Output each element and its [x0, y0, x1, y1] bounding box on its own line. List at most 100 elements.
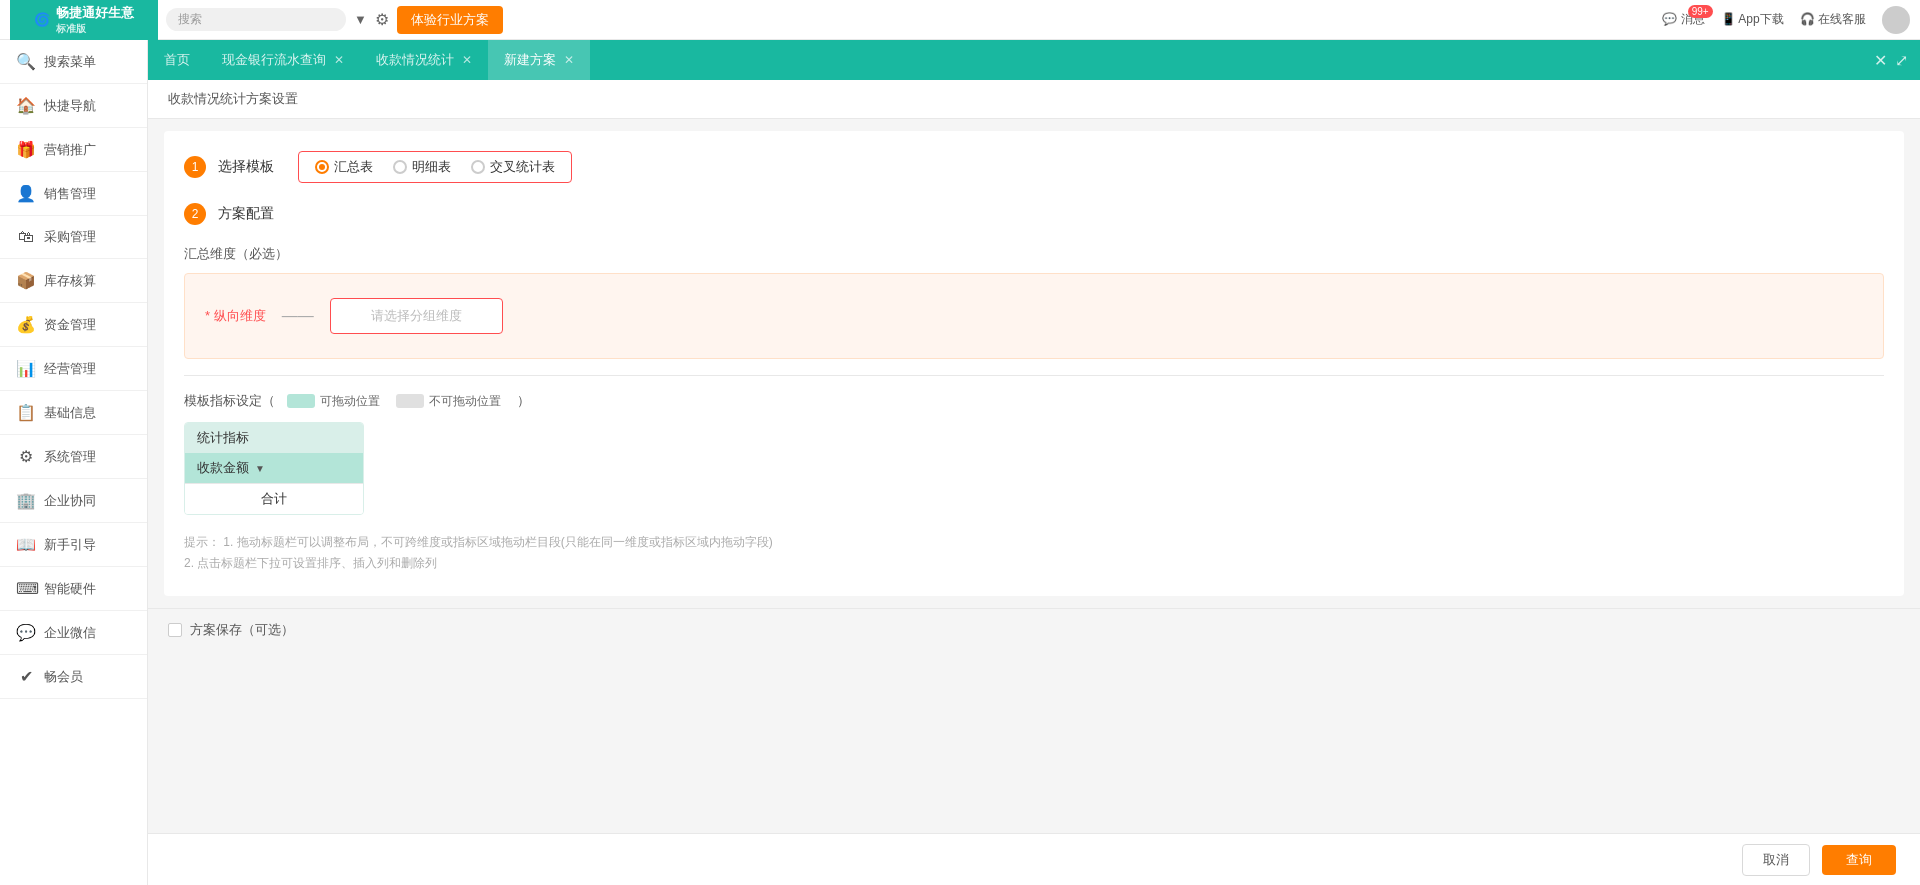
close-receipt-stats-icon[interactable]: ✕ — [462, 53, 472, 67]
radio-summary[interactable]: 汇总表 — [315, 158, 373, 176]
radio-detail[interactable]: 明细表 — [393, 158, 451, 176]
page-content: 收款情况统计方案设置 1 选择模板 汇总表 明细表 — [148, 80, 1920, 885]
sidebar-item-label: 销售管理 — [44, 185, 96, 203]
app-download[interactable]: 📱 App下载 — [1721, 11, 1784, 28]
step1-label: 选择模板 — [218, 158, 274, 176]
sidebar-item-label: 资金管理 — [44, 316, 96, 334]
cancel-button[interactable]: 取消 — [1742, 844, 1810, 876]
save-checkbox[interactable] — [168, 623, 182, 637]
message-icon: 💬 — [1662, 12, 1677, 26]
header-left: 🌀 畅捷通好生意 标准版 搜索 ▼ ⚙ 体验行业方案 — [10, 0, 503, 40]
tab-bank-flow[interactable]: 现金银行流水查询 ✕ — [206, 40, 360, 80]
tab-close-all-icon[interactable]: ✕ — [1874, 51, 1887, 70]
legend-non-draggable: 不可拖动位置 — [396, 393, 501, 410]
sidebar-item-quick-nav[interactable]: 🏠 快捷导航 — [0, 84, 147, 128]
sidebar-item-system[interactable]: ⚙ 系统管理 — [0, 435, 147, 479]
tab-home[interactable]: 首页 — [148, 40, 206, 80]
sidebar-item-basic-info[interactable]: 📋 基础信息 — [0, 391, 147, 435]
sidebar-item-enterprise[interactable]: 🏢 企业协同 — [0, 479, 147, 523]
main-area: 首页 现金银行流水查询 ✕ 收款情况统计 ✕ 新建方案 ✕ ✕ ⤢ — [148, 40, 1920, 885]
dimension-row-label: * 纵向维度 — [205, 307, 266, 325]
sidebar-item-operation[interactable]: 📊 经营管理 — [0, 347, 147, 391]
tab-expand-icon[interactable]: ⤢ — [1895, 51, 1908, 70]
dimension-config-area: * 纵向维度 —— 请选择分组维度 — [184, 273, 1884, 359]
sidebar-item-sales[interactable]: 👤 销售管理 — [0, 172, 147, 216]
box-icon: 📦 — [16, 271, 36, 290]
settings-icon[interactable]: ⚙ — [375, 10, 389, 29]
dropdown-arrow-icon[interactable]: ▼ — [354, 12, 367, 27]
guide-icon: 📖 — [16, 535, 36, 554]
dimension-section: 汇总维度（必选） * 纵向维度 —— 请选择分组维度 — [184, 245, 1884, 359]
trial-btn[interactable]: 体验行业方案 — [397, 6, 503, 34]
sidebar-item-label: 经营管理 — [44, 360, 96, 378]
tab-bank-flow-label: 现金银行流水查询 — [222, 51, 326, 69]
bottom-action-bar: 取消 查询 — [148, 833, 1920, 885]
service-label: 在线客服 — [1818, 12, 1866, 26]
bag-icon: 🛍 — [16, 228, 36, 246]
chat-icon: 💬 — [16, 623, 36, 642]
sidebar-item-purchase[interactable]: 🛍 采购管理 — [0, 216, 147, 259]
sidebar-item-inventory[interactable]: 📦 库存核算 — [0, 259, 147, 303]
tab-new-plan-label: 新建方案 — [504, 51, 556, 69]
download-label: App下载 — [1738, 12, 1783, 26]
user-avatar[interactable] — [1882, 6, 1910, 34]
search-bar[interactable]: 搜索 — [166, 8, 346, 31]
sidebar-item-member[interactable]: ✔ 畅会员 — [0, 655, 147, 699]
sidebar-item-wechat[interactable]: 💬 企业微信 — [0, 611, 147, 655]
legend-draggable: 可拖动位置 — [287, 393, 380, 410]
sidebar-item-capital[interactable]: 💰 资金管理 — [0, 303, 147, 347]
radio-detail-label: 明细表 — [412, 158, 451, 176]
tab-bar: 首页 现金银行流水查询 ✕ 收款情况统计 ✕ 新建方案 ✕ ✕ ⤢ — [148, 40, 1920, 80]
tab-new-plan[interactable]: 新建方案 ✕ — [488, 40, 590, 80]
save-section: 方案保存（可选） — [148, 608, 1920, 651]
tab-home-label: 首页 — [164, 51, 190, 69]
person-icon: 👤 — [16, 184, 36, 203]
legend-draggable-label: 可拖动位置 — [320, 393, 380, 410]
tab-receipt-stats[interactable]: 收款情况统计 ✕ — [360, 40, 488, 80]
radio-summary-label: 汇总表 — [334, 158, 373, 176]
sidebar-item-label: 系统管理 — [44, 448, 96, 466]
header-right: 💬 消息 99+ 📱 App下载 🎧 在线客服 — [1662, 6, 1910, 34]
stats-column-label: 收款金额 — [197, 459, 249, 477]
column-chevron-icon: ▼ — [255, 463, 265, 474]
system-icon: ⚙ — [16, 447, 36, 466]
close-bank-flow-icon[interactable]: ✕ — [334, 53, 344, 67]
sidebar-item-marketing[interactable]: 🎁 营销推广 — [0, 128, 147, 172]
app-layout: 🔍 搜索菜单 🏠 快捷导航 🎁 营销推广 👤 销售管理 🛍 采购管理 📦 库存核… — [0, 40, 1920, 885]
stats-header-label: 统计指标 — [197, 429, 249, 447]
indicator-header: 模板指标设定（ 可拖动位置 不可拖动位置 ） — [184, 392, 1884, 410]
stats-table: 统计指标 收款金额 ▼ 合计 — [184, 422, 364, 515]
query-button[interactable]: 查询 — [1822, 845, 1896, 875]
sidebar-item-label: 采购管理 — [44, 228, 96, 246]
stats-table-header[interactable]: 统计指标 — [185, 423, 363, 453]
top-header: 🌀 畅捷通好生意 标准版 搜索 ▼ ⚙ 体验行业方案 💬 消息 99+ 📱 Ap… — [0, 0, 1920, 40]
radio-cross[interactable]: 交叉统计表 — [471, 158, 555, 176]
info-icon: 📋 — [16, 403, 36, 422]
tip2: 2. 点击标题栏下拉可设置排序、插入列和删除列 — [184, 555, 1884, 572]
sidebar-item-search-menu[interactable]: 🔍 搜索菜单 — [0, 40, 147, 84]
indicator-legend: 可拖动位置 不可拖动位置 ） — [287, 392, 530, 410]
sidebar-item-guide[interactable]: 📖 新手引导 — [0, 523, 147, 567]
stats-column-header[interactable]: 收款金额 ▼ — [185, 453, 363, 483]
app-edition: 标准版 — [56, 22, 134, 36]
tab-bar-actions: ✕ ⤢ — [1862, 40, 1920, 80]
message-badge-container[interactable]: 💬 消息 99+ — [1662, 11, 1704, 28]
form-section: 1 选择模板 汇总表 明细表 交叉统计表 — [164, 131, 1904, 596]
close-new-plan-icon[interactable]: ✕ — [564, 53, 574, 67]
page-title: 收款情况统计方案设置 — [168, 91, 298, 106]
sidebar: 🔍 搜索菜单 🏠 快捷导航 🎁 营销推广 👤 销售管理 🛍 采购管理 📦 库存核… — [0, 40, 148, 885]
radio-cross-label: 交叉统计表 — [490, 158, 555, 176]
dimension-title: 汇总维度（必选） — [184, 245, 1884, 263]
radio-summary-dot — [315, 160, 329, 174]
sidebar-item-label: 新手引导 — [44, 536, 96, 554]
dimension-select[interactable]: 请选择分组维度 — [330, 298, 503, 334]
sidebar-item-label: 营销推广 — [44, 141, 96, 159]
stats-table-row: 合计 — [185, 483, 363, 514]
tips-section: 提示： 1. 拖动标题栏可以调整布局，不可跨维度或指标区域拖动栏目段(只能在同一… — [184, 534, 1884, 572]
app-name: 畅捷通好生意 — [56, 4, 134, 22]
member-icon: ✔ — [16, 667, 36, 686]
online-service[interactable]: 🎧 在线客服 — [1800, 11, 1866, 28]
money-icon: 💰 — [16, 315, 36, 334]
enterprise-icon: 🏢 — [16, 491, 36, 510]
sidebar-item-hardware[interactable]: ⌨ 智能硬件 — [0, 567, 147, 611]
